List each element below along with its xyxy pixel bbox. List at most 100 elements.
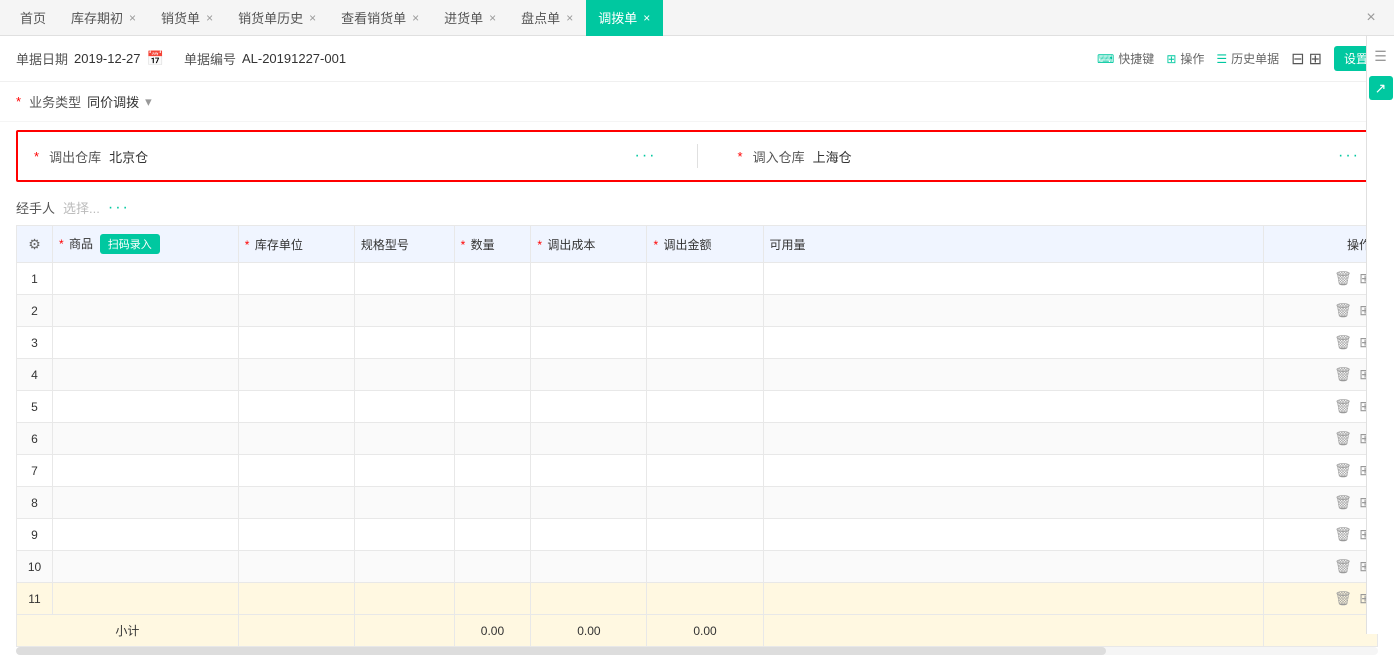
cell-qty-10[interactable]: [454, 551, 531, 583]
cell-unit-2[interactable]: [238, 295, 354, 327]
delete-icon-5[interactable]: 🗑: [1334, 398, 1352, 414]
cell-product-8[interactable]: [53, 487, 239, 519]
cell-product-6[interactable]: [53, 423, 239, 455]
cell-amount-8[interactable]: [647, 487, 763, 519]
cell-unit-6[interactable]: [238, 423, 354, 455]
delete-icon-9[interactable]: 🗑: [1334, 526, 1352, 542]
cell-product-2[interactable]: [53, 295, 239, 327]
cell-spec-5[interactable]: [354, 391, 454, 423]
cell-product-4[interactable]: [53, 359, 239, 391]
gear-icon[interactable]: ⚙: [28, 236, 41, 252]
shortcut-action[interactable]: ⌨ 快捷键: [1097, 50, 1154, 67]
cell-qty-9[interactable]: [454, 519, 531, 551]
cell-cost-8[interactable]: [531, 487, 647, 519]
cell-spec-2[interactable]: [354, 295, 454, 327]
cell-available-2[interactable]: [763, 295, 1263, 327]
operation-action[interactable]: ⊞ 操作: [1166, 50, 1204, 67]
transfer-out-more[interactable]: ···: [635, 147, 657, 165]
cell-spec-10[interactable]: [354, 551, 454, 583]
cell-amount-3[interactable]: [647, 327, 763, 359]
cell-qty-7[interactable]: [454, 455, 531, 487]
cell-available-1[interactable]: [763, 263, 1263, 295]
tab-close-sales-history[interactable]: ×: [309, 11, 316, 25]
cell-cost-4[interactable]: [531, 359, 647, 391]
cell-cost-6[interactable]: [531, 423, 647, 455]
delete-icon-7[interactable]: 🗑: [1334, 462, 1352, 478]
calendar-icon[interactable]: 📅: [147, 50, 164, 67]
cell-unit-1[interactable]: [238, 263, 354, 295]
window-close-button[interactable]: ×: [1356, 3, 1386, 33]
cell-available-8[interactable]: [763, 487, 1263, 519]
cell-cost-9[interactable]: [531, 519, 647, 551]
tab-close-stocktake[interactable]: ×: [566, 11, 573, 25]
cell-amount-9[interactable]: [647, 519, 763, 551]
cell-unit-10[interactable]: [238, 551, 354, 583]
delete-icon-3[interactable]: 🗑: [1334, 334, 1352, 350]
cell-spec-4[interactable]: [354, 359, 454, 391]
history-action[interactable]: ☰ 历史单据: [1216, 50, 1279, 67]
cell-amount-7[interactable]: [647, 455, 763, 487]
handler-select[interactable]: 选择...: [63, 198, 100, 217]
delete-icon-8[interactable]: 🗑: [1334, 494, 1352, 510]
delete-icon-10[interactable]: 🗑: [1334, 558, 1352, 574]
tab-close-purchase[interactable]: ×: [489, 11, 496, 25]
tab-close-sales-order[interactable]: ×: [206, 11, 213, 25]
tab-sales-history[interactable]: 销货单历史 ×: [226, 0, 329, 36]
tab-view-sales[interactable]: 查看销货单 ×: [329, 0, 432, 36]
cell-qty-6[interactable]: [454, 423, 531, 455]
cell-amount-5[interactable]: [647, 391, 763, 423]
cell-unit-7[interactable]: [238, 455, 354, 487]
cell-available-4[interactable]: [763, 359, 1263, 391]
cell-cost-2[interactable]: [531, 295, 647, 327]
cell-available-6[interactable]: [763, 423, 1263, 455]
cell-spec-7[interactable]: [354, 455, 454, 487]
sidebar-export-icon[interactable]: ↗: [1369, 76, 1393, 100]
cell-product-5[interactable]: [53, 391, 239, 423]
cell-cost-1[interactable]: [531, 263, 647, 295]
tab-close-transfer[interactable]: ×: [643, 11, 650, 25]
layout-toggle[interactable]: ⊟ ⊞: [1291, 49, 1322, 69]
cell-spec-3[interactable]: [354, 327, 454, 359]
handler-more[interactable]: ···: [108, 199, 130, 217]
delete-icon-4[interactable]: 🗑: [1334, 366, 1352, 382]
cell-spec-9[interactable]: [354, 519, 454, 551]
cell-product-7[interactable]: [53, 455, 239, 487]
tab-close-inventory-init[interactable]: ×: [129, 11, 136, 25]
col-gear[interactable]: ⚙: [17, 226, 53, 263]
cell-available-10[interactable]: [763, 551, 1263, 583]
transfer-in-more[interactable]: ···: [1338, 147, 1360, 165]
scrollbar-thumb[interactable]: [16, 647, 1106, 655]
cell-product-10[interactable]: [53, 551, 239, 583]
cell-spec-6[interactable]: [354, 423, 454, 455]
cell-unit-3[interactable]: [238, 327, 354, 359]
cell-qty-1[interactable]: [454, 263, 531, 295]
cell-cost-7[interactable]: [531, 455, 647, 487]
tab-sales-order[interactable]: 销货单 ×: [149, 0, 226, 36]
cell-cost-10[interactable]: [531, 551, 647, 583]
cell-unit-4[interactable]: [238, 359, 354, 391]
delete-icon-1[interactable]: 🗑: [1334, 270, 1352, 286]
cell-available-9[interactable]: [763, 519, 1263, 551]
cell-qty-4[interactable]: [454, 359, 531, 391]
cell-amount-2[interactable]: [647, 295, 763, 327]
cell-available-5[interactable]: [763, 391, 1263, 423]
tab-inventory-init[interactable]: 库存期初 ×: [59, 0, 149, 36]
cell-unit-5[interactable]: [238, 391, 354, 423]
cell-available-3[interactable]: [763, 327, 1263, 359]
scan-button[interactable]: 扫码录入: [100, 234, 160, 254]
cell-amount-10[interactable]: [647, 551, 763, 583]
cell-spec-8[interactable]: [354, 487, 454, 519]
cell-spec-1[interactable]: [354, 263, 454, 295]
cell-qty-2[interactable]: [454, 295, 531, 327]
cell-unit-8[interactable]: [238, 487, 354, 519]
tab-home[interactable]: 首页: [8, 0, 59, 36]
cell-product-1[interactable]: [53, 263, 239, 295]
cell-qty-3[interactable]: [454, 327, 531, 359]
cell-amount-1[interactable]: [647, 263, 763, 295]
sidebar-note-icon[interactable]: ☰: [1369, 44, 1393, 68]
cell-product-3[interactable]: [53, 327, 239, 359]
cell-cost-3[interactable]: [531, 327, 647, 359]
cell-available-7[interactable]: [763, 455, 1263, 487]
delete-icon-6[interactable]: 🗑: [1334, 430, 1352, 446]
cell-qty-8[interactable]: [454, 487, 531, 519]
